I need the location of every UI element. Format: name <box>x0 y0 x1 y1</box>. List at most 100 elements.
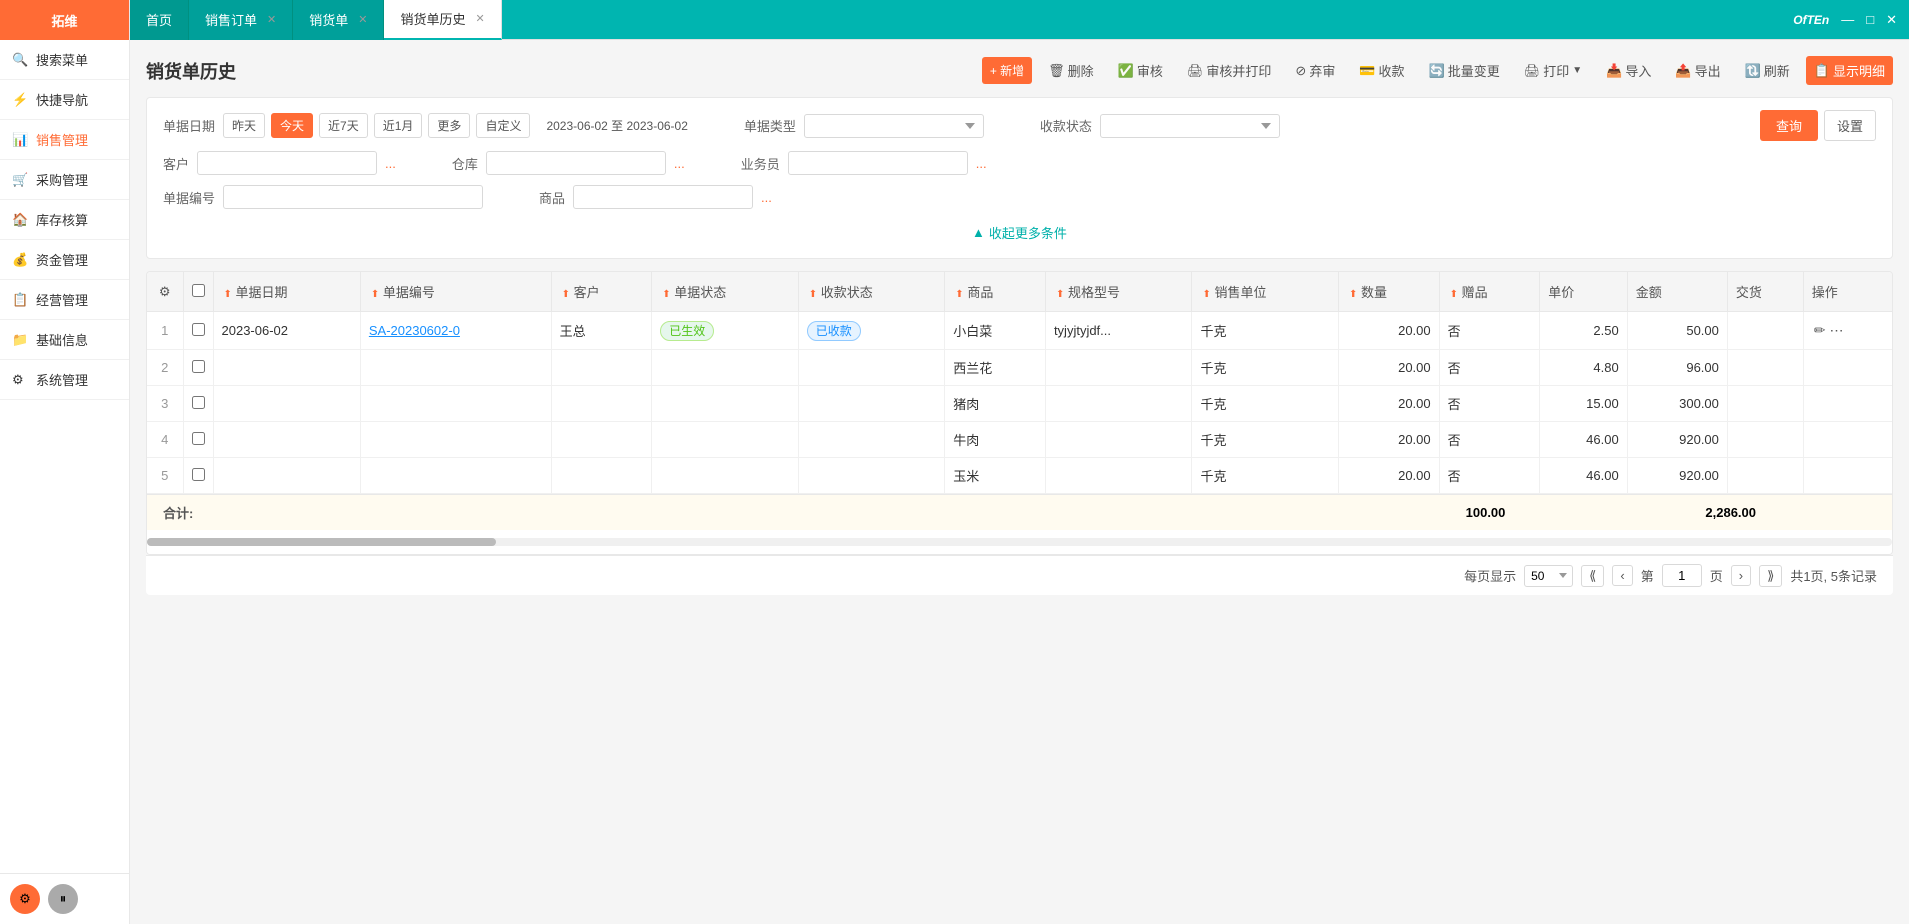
page-unit: 页 <box>1710 566 1723 585</box>
salesperson-dots[interactable]: ... <box>976 156 987 171</box>
prev-page-button[interactable]: ‹ <box>1612 565 1632 586</box>
audit-button[interactable]: ✅ 审核 <box>1110 56 1171 85</box>
cell-customer <box>551 350 652 386</box>
sidebar-collapse-button[interactable]: ⏸ <box>48 884 78 914</box>
tab-sales-history[interactable]: 销货单历史 ✕ <box>384 0 501 40</box>
cell-checkbox[interactable] <box>183 350 213 386</box>
edit-button[interactable]: ✏ <box>1812 320 1828 341</box>
table-row: 3 猪肉 千克 20.00 否 15.00 300.00 <box>147 386 1892 422</box>
cell-checkbox[interactable] <box>183 386 213 422</box>
customer-input[interactable] <box>197 151 377 175</box>
date-btn-7days[interactable]: 近7天 <box>319 113 368 138</box>
th-product[interactable]: ⬆ 商品 <box>945 272 1046 312</box>
sidebar-item-ops-mgmt[interactable]: 📋 经营管理 <box>0 280 129 320</box>
sidebar-item-basic-info[interactable]: 📁 基础信息 <box>0 320 129 360</box>
page-size-select[interactable]: 50 100 <box>1524 565 1573 587</box>
first-page-button[interactable]: ⟪ <box>1581 565 1604 587</box>
abandon-button[interactable]: ⊘ 弃审 <box>1287 56 1343 85</box>
window-close[interactable]: ✕ <box>1886 12 1897 28</box>
column-settings-icon[interactable]: ⚙ <box>159 284 171 299</box>
cell-unit: 千克 <box>1192 422 1339 458</box>
more-button[interactable]: ⋯ <box>1828 320 1846 341</box>
print-button[interactable]: 🖨 打印 ▼ <box>1516 56 1590 85</box>
cell-unit: 千克 <box>1192 312 1339 350</box>
th-doc-status[interactable]: ⬆ 单据状态 <box>652 272 799 312</box>
sidebar-item-inventory-calc[interactable]: 🏠 库存核算 <box>0 200 129 240</box>
show-detail-button[interactable]: 📋 显示明细 <box>1806 56 1893 85</box>
payment-status-select[interactable] <box>1100 114 1280 138</box>
product-input[interactable] <box>573 185 753 209</box>
salesperson-input[interactable] <box>788 151 968 175</box>
customer-dots[interactable]: ... <box>385 156 396 171</box>
cell-doc-no[interactable] <box>360 350 551 386</box>
date-btn-custom[interactable]: 自定义 <box>476 113 530 138</box>
cell-doc-no[interactable] <box>360 422 551 458</box>
sidebar-item-search-menu[interactable]: 🔍 搜索菜单 <box>0 40 129 80</box>
tab-sales-delivery-close[interactable]: ✕ <box>358 13 367 26</box>
warehouse-input[interactable] <box>486 151 666 175</box>
cell-product: 玉米 <box>945 458 1046 494</box>
cell-doc-no[interactable]: SA-20230602-0 <box>360 312 551 350</box>
th-spec[interactable]: ⬆ 规格型号 <box>1045 272 1192 312</box>
cell-checkbox[interactable] <box>183 458 213 494</box>
doc-type-select[interactable] <box>804 114 984 138</box>
page-number-input[interactable] <box>1662 564 1702 587</box>
collapse-filter-button[interactable]: ▲ 收起更多条件 <box>964 219 1075 246</box>
window-maximize[interactable]: □ <box>1866 12 1874 27</box>
sidebar-item-purchase-mgmt[interactable]: 🛒 采购管理 <box>0 160 129 200</box>
export-button[interactable]: 📤 导出 <box>1667 56 1728 85</box>
window-minimize[interactable]: — <box>1841 12 1854 27</box>
th-action: 操作 <box>1803 272 1892 312</box>
th-doc-no[interactable]: ⬆ 单据编号 <box>360 272 551 312</box>
th-doc-date[interactable]: ⬆ 单据日期 <box>213 272 360 312</box>
briefcase-icon: 📋 <box>12 292 28 308</box>
sidebar-item-sales-mgmt[interactable]: 📊 销售管理 <box>0 120 129 160</box>
import-button[interactable]: 📥 导入 <box>1598 56 1659 85</box>
audit-print-button[interactable]: 🖨 审核并打印 <box>1179 56 1280 85</box>
cell-doc-no[interactable] <box>360 386 551 422</box>
date-btn-today[interactable]: 今天 <box>271 113 313 138</box>
cell-doc-no[interactable] <box>360 458 551 494</box>
sidebar-item-fund-mgmt[interactable]: 💰 资金管理 <box>0 240 129 280</box>
delete-button[interactable]: 🗑 删除 <box>1040 56 1102 85</box>
batch-change-button[interactable]: 🔄 批量变更 <box>1421 56 1508 85</box>
th-qty[interactable]: ⬆ 数量 <box>1339 272 1440 312</box>
tab-sales-order-close[interactable]: ✕ <box>267 13 276 26</box>
horizontal-scrollbar[interactable] <box>147 538 1892 546</box>
tab-sales-history-close[interactable]: ✕ <box>476 12 485 25</box>
page-header: 销货单历史 + 新增 🗑 删除 ✅ 审核 🖨 审核并打印 ⊘ 弃审 <box>146 56 1893 85</box>
doc-no-input[interactable] <box>223 185 483 209</box>
refresh-button[interactable]: 🔃 刷新 <box>1737 56 1798 85</box>
date-btn-1month[interactable]: 近1月 <box>374 113 423 138</box>
th-unit[interactable]: ⬆ 销售单位 <box>1192 272 1339 312</box>
tab-sales-order[interactable]: 销售订单 ✕ <box>189 0 293 40</box>
cart-icon: 🛒 <box>12 172 28 188</box>
collect-button[interactable]: 💳 收款 <box>1351 56 1412 85</box>
th-settings[interactable]: ⚙ <box>147 272 183 312</box>
date-btn-yesterday[interactable]: 昨天 <box>223 113 265 138</box>
product-dots[interactable]: ... <box>761 190 772 205</box>
cell-doc-status <box>652 458 799 494</box>
sidebar-item-sys-mgmt[interactable]: ⚙ 系统管理 <box>0 360 129 400</box>
sidebar-item-quick-nav[interactable]: ⚡ 快捷导航 <box>0 80 129 120</box>
next-page-button[interactable]: › <box>1731 565 1751 586</box>
th-payment-status[interactable]: ⬆ 收款状态 <box>798 272 945 312</box>
new-button[interactable]: + 新增 <box>982 57 1032 84</box>
tab-sales-delivery[interactable]: 销货单 ✕ <box>293 0 384 40</box>
cell-unit: 千克 <box>1192 350 1339 386</box>
settings-button[interactable]: 设置 <box>1824 110 1876 141</box>
th-customer[interactable]: ⬆ 客户 <box>551 272 652 312</box>
data-table: ⚙ ⬆ 单据日期 ⬆ 单据编号 <box>146 271 1893 555</box>
sidebar-settings-button[interactable]: ⚙ <box>10 884 40 914</box>
date-range-text: 2023-06-02 至 2023-06-02 <box>546 117 687 134</box>
select-all-checkbox[interactable] <box>192 284 205 297</box>
cell-checkbox[interactable] <box>183 422 213 458</box>
cell-transaction <box>1727 312 1803 350</box>
warehouse-dots[interactable]: ... <box>674 156 685 171</box>
last-page-button[interactable]: ⟫ <box>1759 565 1782 587</box>
query-button[interactable]: 查询 <box>1760 110 1818 141</box>
th-gift[interactable]: ⬆ 赠品 <box>1439 272 1540 312</box>
cell-checkbox[interactable] <box>183 312 213 350</box>
date-btn-more[interactable]: 更多 <box>428 113 470 138</box>
tab-home[interactable]: 首页 <box>130 0 189 40</box>
